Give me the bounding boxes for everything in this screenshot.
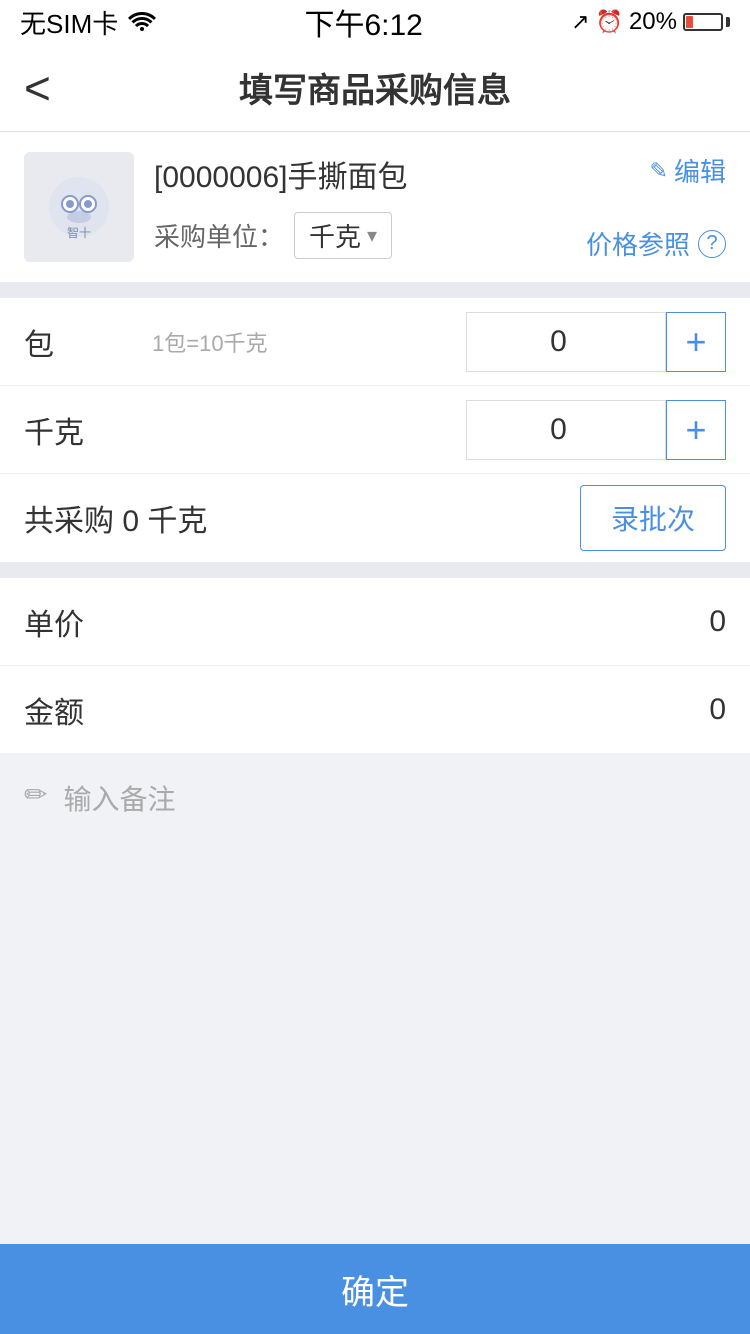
confirm-button[interactable]: 确定 xyxy=(0,1244,750,1334)
kg-input-wrap: + xyxy=(466,400,726,460)
product-name: [0000006]手撕面包 xyxy=(154,152,726,196)
amount-row: 金额 0 xyxy=(0,666,750,754)
alarm-icon: ⏰ xyxy=(596,9,623,35)
info-icon: ? xyxy=(698,230,726,258)
content-spacer xyxy=(0,854,750,1054)
bao-input-row: 包 1包=10千克 + xyxy=(0,298,750,386)
unit-label: 采购单位： xyxy=(154,217,284,254)
battery-icon xyxy=(683,13,730,31)
bao-plus-button[interactable]: + xyxy=(666,312,726,372)
remark-area[interactable]: ✏ 输入备注 xyxy=(0,754,750,854)
amount-value: 0 xyxy=(709,693,726,727)
bao-number-input[interactable] xyxy=(466,312,666,372)
kg-label: 千克 xyxy=(24,408,144,452)
kg-input-row: 千克 + xyxy=(0,386,750,474)
carrier-label: 无SIM卡 xyxy=(20,4,118,41)
price-info-section: 单价 0 金额 0 xyxy=(0,578,750,754)
input-section: 包 1包=10千克 + 千克 + xyxy=(0,298,750,474)
bottom-spacer xyxy=(0,1054,750,1144)
svg-text:智十: 智十 xyxy=(67,225,91,240)
status-bar: 无SIM卡 下午6:12 ↗ ⏰ 20% xyxy=(0,0,750,44)
remark-placeholder: 输入备注 xyxy=(63,778,175,818)
batch-button[interactable]: 录批次 xyxy=(580,485,726,551)
unit-price-row: 单价 0 xyxy=(0,578,750,666)
chevron-down-icon: ▾ xyxy=(367,223,377,248)
status-right: ↗ ⏰ 20% xyxy=(571,8,730,36)
price-ref-button[interactable]: 价格参照 ? xyxy=(586,225,726,262)
total-row: 共采购 0 千克 录批次 xyxy=(0,474,750,562)
unit-select[interactable]: 千克 ▾ xyxy=(294,212,392,259)
battery-pct: 20% xyxy=(629,8,677,36)
unit-price-label: 单价 xyxy=(24,600,84,644)
edit-button[interactable]: ✎ 编辑 xyxy=(650,152,726,189)
unit-price-value: 0 xyxy=(709,605,726,639)
location-icon: ↗ xyxy=(571,9,589,35)
bao-label: 包 xyxy=(24,320,144,364)
kg-number-input[interactable] xyxy=(466,400,666,460)
edit-icon: ✎ xyxy=(650,158,668,184)
section-divider-2 xyxy=(0,562,750,578)
status-time: 下午6:12 xyxy=(304,0,422,44)
product-card: 智十 [0000006]手撕面包 采购单位： 千克 ▾ ✎ 编辑 价格参照 ? xyxy=(0,132,750,282)
wifi-icon xyxy=(128,7,156,38)
status-left: 无SIM卡 xyxy=(20,4,156,41)
nav-bar: < 填写商品采购信息 xyxy=(0,44,750,132)
bao-sub-label: 1包=10千克 xyxy=(152,326,268,358)
bao-input-wrap: + xyxy=(466,312,726,372)
total-label: 共采购 0 千克 xyxy=(24,496,207,540)
back-button[interactable]: < xyxy=(24,61,51,115)
pencil-icon: ✏ xyxy=(24,778,47,811)
amount-label: 金额 xyxy=(24,688,84,732)
product-image: 智十 xyxy=(24,152,134,262)
page-title: 填写商品采购信息 xyxy=(239,63,511,112)
kg-plus-button[interactable]: + xyxy=(666,400,726,460)
section-divider-1 xyxy=(0,282,750,298)
